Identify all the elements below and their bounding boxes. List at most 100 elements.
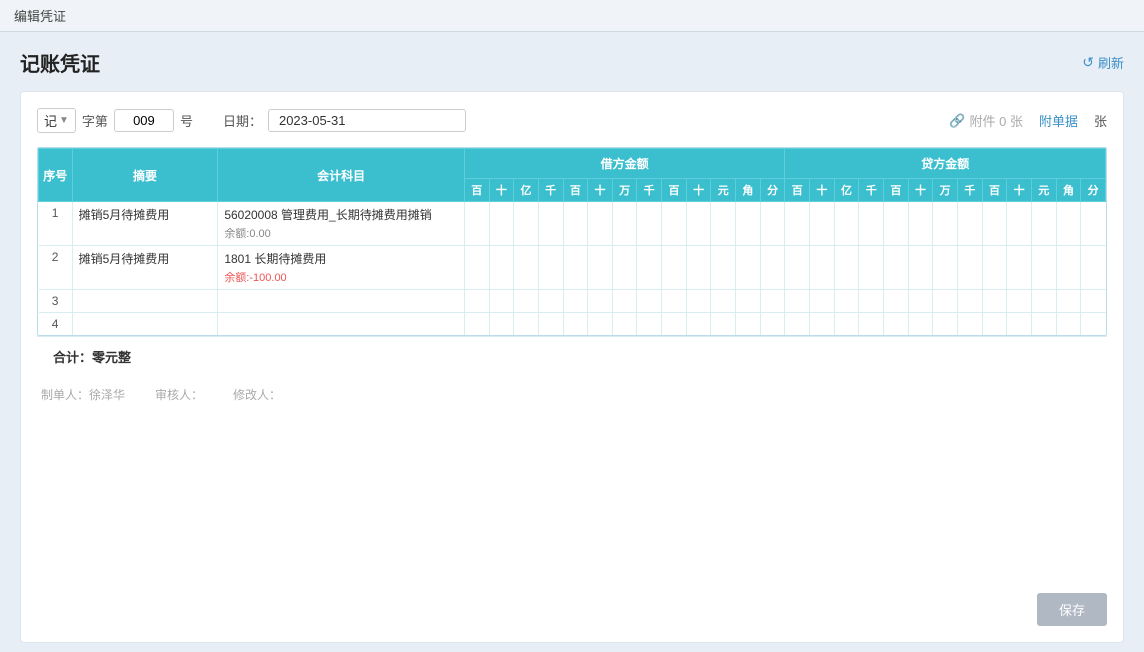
credit-cell-2-12[interactable] (1081, 290, 1106, 313)
credit-cell-3-10[interactable] (1031, 313, 1056, 336)
debit-cell-2-10[interactable] (711, 290, 736, 313)
debit-cell-3-5[interactable] (588, 313, 613, 336)
debit-cell-3-8[interactable] (662, 313, 687, 336)
credit-cell-1-9[interactable] (1007, 246, 1032, 290)
credit-cell-3-6[interactable] (933, 313, 958, 336)
credit-cell-0-5[interactable] (908, 202, 933, 246)
debit-cell-1-6[interactable] (612, 246, 637, 290)
credit-cell-2-8[interactable] (982, 290, 1007, 313)
credit-cell-1-10[interactable] (1031, 246, 1056, 290)
debit-cell-0-6[interactable] (612, 202, 637, 246)
debit-cell-3-2[interactable] (514, 313, 539, 336)
debit-cell-0-2[interactable] (514, 202, 539, 246)
credit-cell-3-5[interactable] (908, 313, 933, 336)
credit-cell-2-9[interactable] (1007, 290, 1032, 313)
credit-cell-1-8[interactable] (982, 246, 1007, 290)
debit-cell-1-10[interactable] (711, 246, 736, 290)
credit-cell-2-4[interactable] (884, 290, 909, 313)
credit-cell-1-7[interactable] (958, 246, 983, 290)
debit-cell-2-11[interactable] (736, 290, 761, 313)
cell-account-3[interactable] (218, 313, 465, 336)
debit-cell-1-12[interactable] (760, 246, 785, 290)
cell-account-2[interactable] (218, 290, 465, 313)
credit-cell-2-0[interactable] (785, 290, 810, 313)
credit-cell-1-11[interactable] (1056, 246, 1081, 290)
debit-cell-2-3[interactable] (538, 290, 563, 313)
cell-account-1[interactable]: 1801 长期待摊费用余额:-100.00 (218, 246, 465, 290)
debit-cell-1-3[interactable] (538, 246, 563, 290)
voucher-type-select[interactable]: 记 ▼ (37, 108, 76, 133)
debit-cell-3-12[interactable] (760, 313, 785, 336)
credit-cell-0-7[interactable] (958, 202, 983, 246)
credit-cell-0-2[interactable] (834, 202, 859, 246)
debit-cell-0-1[interactable] (489, 202, 514, 246)
credit-cell-1-6[interactable] (933, 246, 958, 290)
debit-cell-2-7[interactable] (637, 290, 662, 313)
cell-summary-2[interactable] (72, 290, 218, 313)
credit-cell-0-4[interactable] (884, 202, 909, 246)
credit-cell-3-0[interactable] (785, 313, 810, 336)
debit-cell-3-9[interactable] (686, 313, 711, 336)
debit-cell-3-11[interactable] (736, 313, 761, 336)
refresh-button[interactable]: ↺ 刷新 (1082, 53, 1124, 72)
debit-cell-2-9[interactable] (686, 290, 711, 313)
credit-cell-1-2[interactable] (834, 246, 859, 290)
debit-cell-0-9[interactable] (686, 202, 711, 246)
debit-cell-0-3[interactable] (538, 202, 563, 246)
debit-cell-2-0[interactable] (464, 290, 489, 313)
debit-cell-2-4[interactable] (563, 290, 588, 313)
debit-cell-3-3[interactable] (538, 313, 563, 336)
table-row[interactable]: 2摊销5月待摊费用1801 长期待摊费用余额:-100.00 (39, 246, 1106, 290)
credit-cell-3-8[interactable] (982, 313, 1007, 336)
credit-cell-3-2[interactable] (834, 313, 859, 336)
credit-cell-1-0[interactable] (785, 246, 810, 290)
credit-cell-0-9[interactable] (1007, 202, 1032, 246)
debit-cell-3-1[interactable] (489, 313, 514, 336)
credit-cell-1-5[interactable] (908, 246, 933, 290)
credit-cell-3-4[interactable] (884, 313, 909, 336)
debit-cell-1-9[interactable] (686, 246, 711, 290)
credit-cell-2-3[interactable] (859, 290, 884, 313)
date-input[interactable] (268, 109, 466, 132)
credit-cell-3-9[interactable] (1007, 313, 1032, 336)
credit-cell-1-4[interactable] (884, 246, 909, 290)
debit-cell-0-10[interactable] (711, 202, 736, 246)
credit-cell-1-3[interactable] (859, 246, 884, 290)
cell-summary-0[interactable]: 摊销5月待摊费用 (72, 202, 218, 246)
debit-cell-0-4[interactable] (563, 202, 588, 246)
debit-cell-3-0[interactable] (464, 313, 489, 336)
debit-cell-1-0[interactable] (464, 246, 489, 290)
credit-cell-0-0[interactable] (785, 202, 810, 246)
debit-cell-2-5[interactable] (588, 290, 613, 313)
credit-cell-0-1[interactable] (810, 202, 835, 246)
debit-cell-2-2[interactable] (514, 290, 539, 313)
save-button[interactable]: 保存 (1037, 593, 1107, 626)
debit-cell-2-6[interactable] (612, 290, 637, 313)
credit-cell-0-11[interactable] (1056, 202, 1081, 246)
credit-cell-3-12[interactable] (1081, 313, 1106, 336)
debit-cell-3-4[interactable] (563, 313, 588, 336)
credit-cell-3-1[interactable] (810, 313, 835, 336)
cell-summary-3[interactable] (72, 313, 218, 336)
credit-cell-2-11[interactable] (1056, 290, 1081, 313)
debit-cell-2-8[interactable] (662, 290, 687, 313)
credit-cell-2-6[interactable] (933, 290, 958, 313)
debit-cell-1-7[interactable] (637, 246, 662, 290)
credit-cell-3-7[interactable] (958, 313, 983, 336)
credit-cell-1-12[interactable] (1081, 246, 1106, 290)
voucher-number-input[interactable] (114, 109, 174, 132)
debit-cell-1-2[interactable] (514, 246, 539, 290)
credit-cell-3-3[interactable] (859, 313, 884, 336)
debit-cell-1-11[interactable] (736, 246, 761, 290)
credit-cell-0-10[interactable] (1031, 202, 1056, 246)
debit-cell-3-6[interactable] (612, 313, 637, 336)
debit-cell-1-4[interactable] (563, 246, 588, 290)
debit-cell-1-8[interactable] (662, 246, 687, 290)
credit-cell-0-6[interactable] (933, 202, 958, 246)
table-row[interactable]: 1摊销5月待摊费用56020008 管理费用_长期待摊费用摊销余额:0.00 (39, 202, 1106, 246)
debit-cell-1-1[interactable] (489, 246, 514, 290)
credit-cell-2-5[interactable] (908, 290, 933, 313)
credit-cell-1-1[interactable] (810, 246, 835, 290)
credit-cell-2-2[interactable] (834, 290, 859, 313)
cell-summary-1[interactable]: 摊销5月待摊费用 (72, 246, 218, 290)
